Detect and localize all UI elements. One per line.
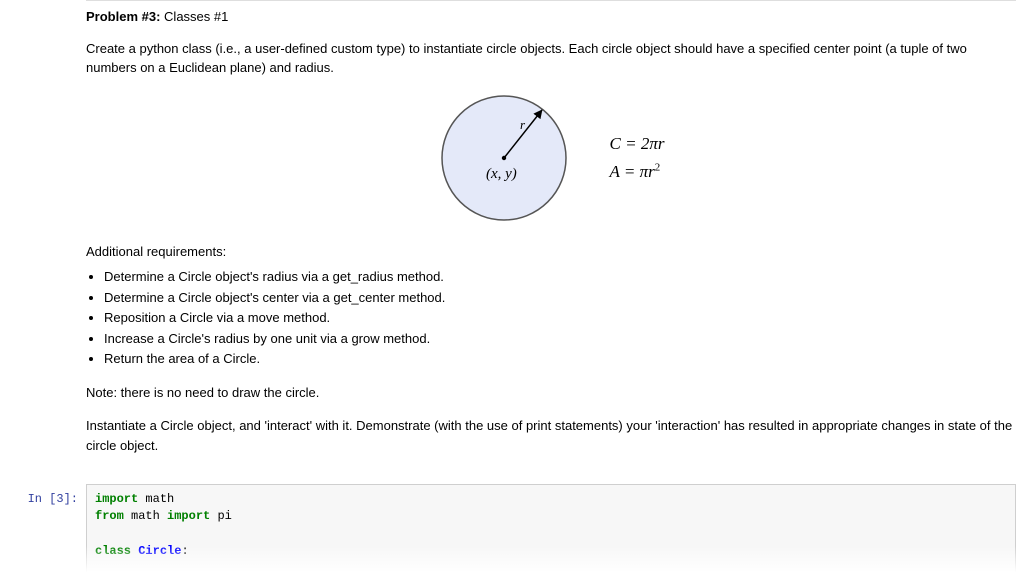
- kw-import: import: [95, 492, 138, 506]
- requirements-instantiate: Instantiate a Circle object, and 'intera…: [86, 416, 1016, 455]
- markdown-cell: Problem #3: Classes #1 Create a python c…: [86, 0, 1016, 469]
- list-item: Determine a Circle object's radius via a…: [104, 267, 1016, 287]
- divider: [86, 0, 1016, 1]
- jupyter-page: Problem #3: Classes #1 Create a python c…: [0, 0, 1024, 572]
- cell-prompt: In [3]:: [0, 484, 86, 508]
- list-item: Determine a Circle object's center via a…: [104, 288, 1016, 308]
- code-input[interactable]: import math from math import pi class Ci…: [86, 484, 1016, 572]
- problem-title: Classes #1: [164, 9, 228, 24]
- kw-class: class: [95, 544, 131, 558]
- module-name: math: [131, 509, 160, 523]
- formulas: C = 2πr A = πr2: [610, 129, 665, 186]
- problem-heading: Problem #3: Classes #1: [86, 7, 1016, 27]
- requirements-list: Determine a Circle object's radius via a…: [104, 267, 1016, 369]
- module-name: math: [145, 492, 174, 506]
- kw-from: from: [95, 509, 124, 523]
- circle-svg: r (x, y): [438, 92, 570, 224]
- formula-circumference: C = 2πr: [610, 131, 665, 157]
- problem-label: Problem #3:: [86, 9, 160, 24]
- code-cell: In [3]: import math from math import pi …: [0, 484, 1016, 572]
- list-item: Reposition a Circle via a move method.: [104, 308, 1016, 328]
- problem-intro: Create a python class (i.e., a user-defi…: [86, 39, 1016, 78]
- requirements-heading: Additional requirements:: [86, 242, 1016, 262]
- kw-import: import: [167, 509, 210, 523]
- symbol-name: pi: [217, 509, 231, 523]
- circle-graphic: r (x, y): [438, 92, 570, 224]
- circle-diagram: r (x, y) C = 2πr A = πr2: [86, 92, 1016, 224]
- class-name: Circle: [138, 544, 181, 558]
- requirements-note: Note: there is no need to draw the circl…: [86, 383, 1016, 403]
- list-item: Return the area of a Circle.: [104, 349, 1016, 369]
- center-label: (x, y): [486, 166, 517, 182]
- formula-area: A = πr2: [610, 159, 665, 185]
- list-item: Increase a Circle's radius by one unit v…: [104, 329, 1016, 349]
